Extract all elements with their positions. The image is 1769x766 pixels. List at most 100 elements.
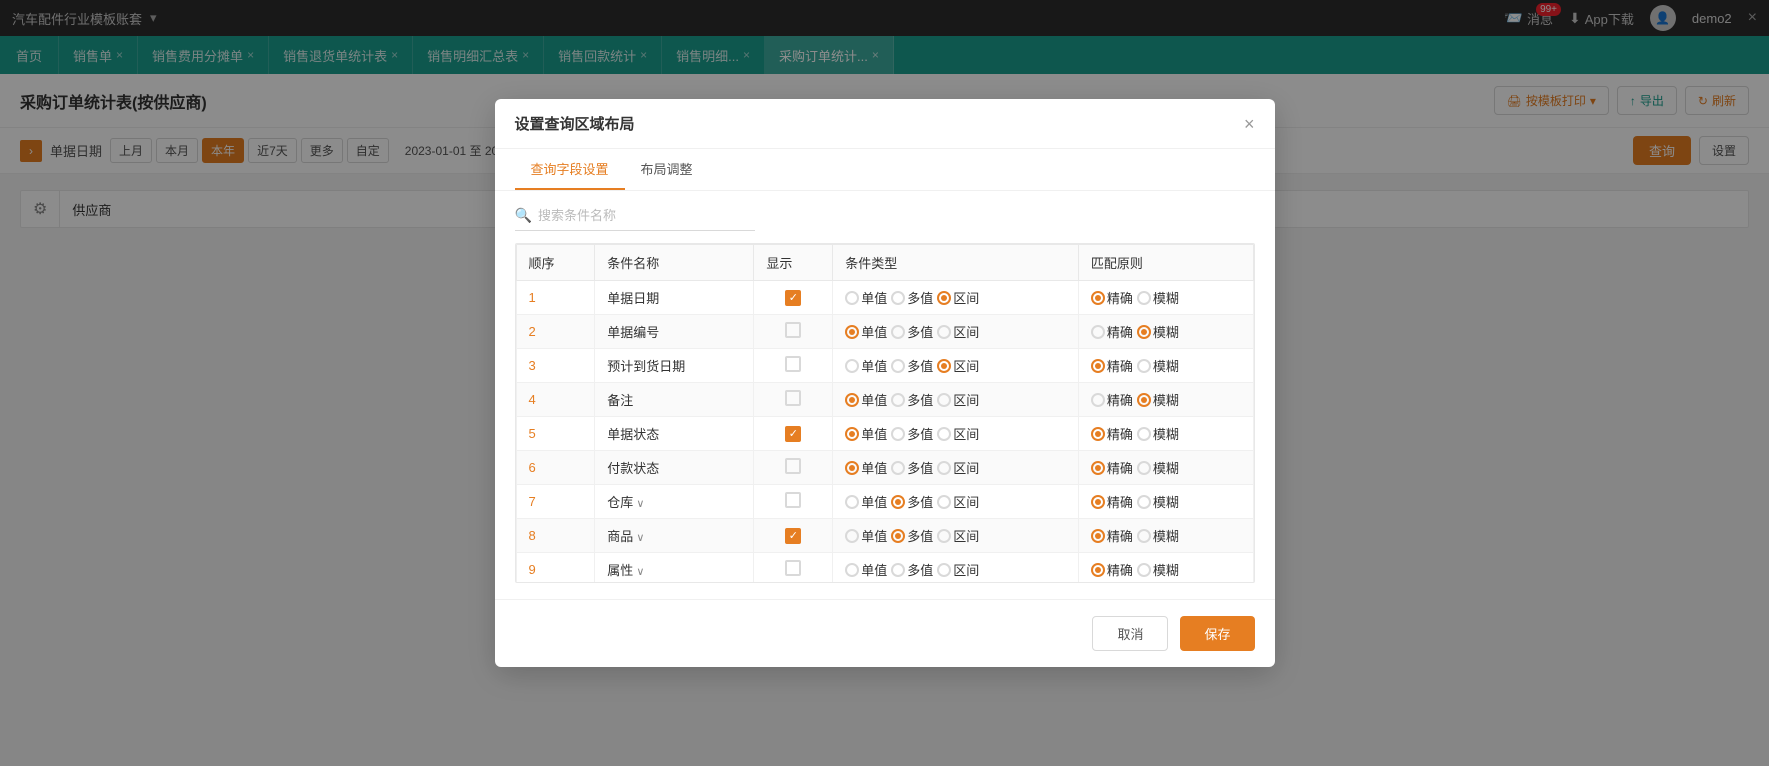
match-fuzzy[interactable]: 模糊 [1137,560,1179,579]
display-checkbox[interactable] [785,492,801,508]
cond-type-single[interactable]: 单值 [845,458,887,477]
display-checkbox[interactable] [785,426,801,442]
display-checkbox[interactable] [785,458,801,474]
radio-range-label: 区间 [953,526,979,545]
cell-display[interactable] [754,485,833,519]
cond-type-multi[interactable]: 多值 [891,322,933,341]
modal-close-button[interactable]: × [1244,115,1255,133]
match-exact[interactable]: 精确 [1091,390,1133,409]
table-row: 2单据编号单值多值区间精确模糊 [516,315,1253,349]
cell-order: 5 [516,417,595,451]
th-cond-type: 条件类型 [833,245,1079,281]
modal-tab-layout[interactable]: 布局调整 [625,149,709,190]
radio-range-icon [937,563,951,577]
cell-display[interactable] [754,349,833,383]
match-fuzzy[interactable]: 模糊 [1137,526,1179,545]
cell-display[interactable] [754,281,833,315]
cond-type-multi[interactable]: 多值 [891,492,933,511]
match-fuzzy[interactable]: 模糊 [1137,322,1179,341]
order-number: 2 [529,324,536,339]
match-fuzzy[interactable]: 模糊 [1137,288,1179,307]
cond-type-single[interactable]: 单值 [845,390,887,409]
radio-single-icon [845,529,859,543]
cond-type-multi[interactable]: 多值 [891,288,933,307]
match-fuzzy[interactable]: 模糊 [1137,492,1179,511]
match-fuzzy[interactable]: 模糊 [1137,424,1179,443]
modal-tab-query-fields[interactable]: 查询字段设置 [515,149,625,190]
match-exact[interactable]: 精确 [1091,458,1133,477]
cond-type-single[interactable]: 单值 [845,424,887,443]
cell-display[interactable] [754,519,833,553]
cell-display[interactable] [754,553,833,584]
cell-cond-type: 单值多值 区间 [833,281,1079,315]
cond-type-range[interactable]: 区间 [937,560,979,579]
match-fuzzy[interactable]: 模糊 [1137,458,1179,477]
th-order: 顺序 [516,245,595,281]
order-number: 7 [529,494,536,509]
display-checkbox[interactable] [785,290,801,306]
order-number: 8 [529,528,536,543]
cell-display[interactable] [754,315,833,349]
display-checkbox[interactable] [785,322,801,338]
cond-type-multi[interactable]: 多值 [891,356,933,375]
cond-type-multi[interactable]: 多值 [891,526,933,545]
match-fuzzy[interactable]: 模糊 [1137,356,1179,375]
cond-type-multi[interactable]: 多值 [891,424,933,443]
display-checkbox[interactable] [785,356,801,372]
radio-multi-label: 多值 [907,526,933,545]
modal-tab-layout-label: 布局调整 [641,162,693,177]
cell-order: 9 [516,553,595,584]
search-input[interactable] [538,208,718,223]
cond-type-range[interactable]: 区间 [937,458,979,477]
cond-type-single[interactable]: 单值 [845,356,887,375]
match-exact[interactable]: 精确 [1091,526,1133,545]
modal-footer: 取消 保存 [495,599,1275,667]
cond-type-single[interactable]: 单值 [845,322,887,341]
match-rule-group: 精确模糊 [1091,288,1241,307]
match-rule-group: 精确 模糊 [1091,356,1241,375]
cond-type-multi[interactable]: 多值 [891,390,933,409]
match-exact[interactable]: 精确 [1091,560,1133,579]
radio-match-fuzzy-label: 模糊 [1153,356,1179,375]
match-exact[interactable]: 精确 [1091,492,1133,511]
modal-header: 设置查询区域布局 × [495,99,1275,149]
cell-order: 4 [516,383,595,417]
cell-display[interactable] [754,417,833,451]
cond-type-range[interactable]: 区间 [937,390,979,409]
radio-range-label: 区间 [953,322,979,341]
cond-type-single[interactable]: 单值 [845,288,887,307]
match-fuzzy[interactable]: 模糊 [1137,390,1179,409]
cond-type-range[interactable]: 区间 [937,356,979,375]
cond-type-single[interactable]: 单值 [845,492,887,511]
radio-match-fuzzy-label: 模糊 [1153,390,1179,409]
radio-range-label: 区间 [953,288,979,307]
cell-display[interactable] [754,383,833,417]
cond-type-range[interactable]: 区间 [937,526,979,545]
display-checkbox[interactable] [785,390,801,406]
cell-cond-name: 属性 ∨ [595,553,754,584]
cell-cond-name: 预计到货日期 [595,349,754,383]
match-exact[interactable]: 精确 [1091,322,1133,341]
save-button[interactable]: 保存 [1180,616,1254,651]
cell-display[interactable] [754,451,833,485]
radio-single-label: 单值 [861,560,887,579]
cell-cond-name: 付款状态 [595,451,754,485]
match-exact[interactable]: 精确 [1091,288,1133,307]
cond-type-range[interactable]: 区间 [937,288,979,307]
cancel-button[interactable]: 取消 [1092,616,1168,651]
display-checkbox[interactable] [785,560,801,576]
table-row: 8商品 ∨单值多值区间精确模糊 [516,519,1253,553]
cond-type-range[interactable]: 区间 [937,424,979,443]
match-exact[interactable]: 精确 [1091,356,1133,375]
cond-type-single[interactable]: 单值 [845,526,887,545]
display-checkbox[interactable] [785,528,801,544]
cond-type-range[interactable]: 区间 [937,322,979,341]
cond-type-multi[interactable]: 多值 [891,560,933,579]
cell-order: 6 [516,451,595,485]
modal-body: 🔍 顺序 条件名称 显示 条件类型 匹配原则 [495,191,1275,599]
match-exact[interactable]: 精确 [1091,424,1133,443]
cond-type-range[interactable]: 区间 [937,492,979,511]
cond-type-multi[interactable]: 多值 [891,458,933,477]
radio-range-icon [937,359,951,373]
cond-type-single[interactable]: 单值 [845,560,887,579]
